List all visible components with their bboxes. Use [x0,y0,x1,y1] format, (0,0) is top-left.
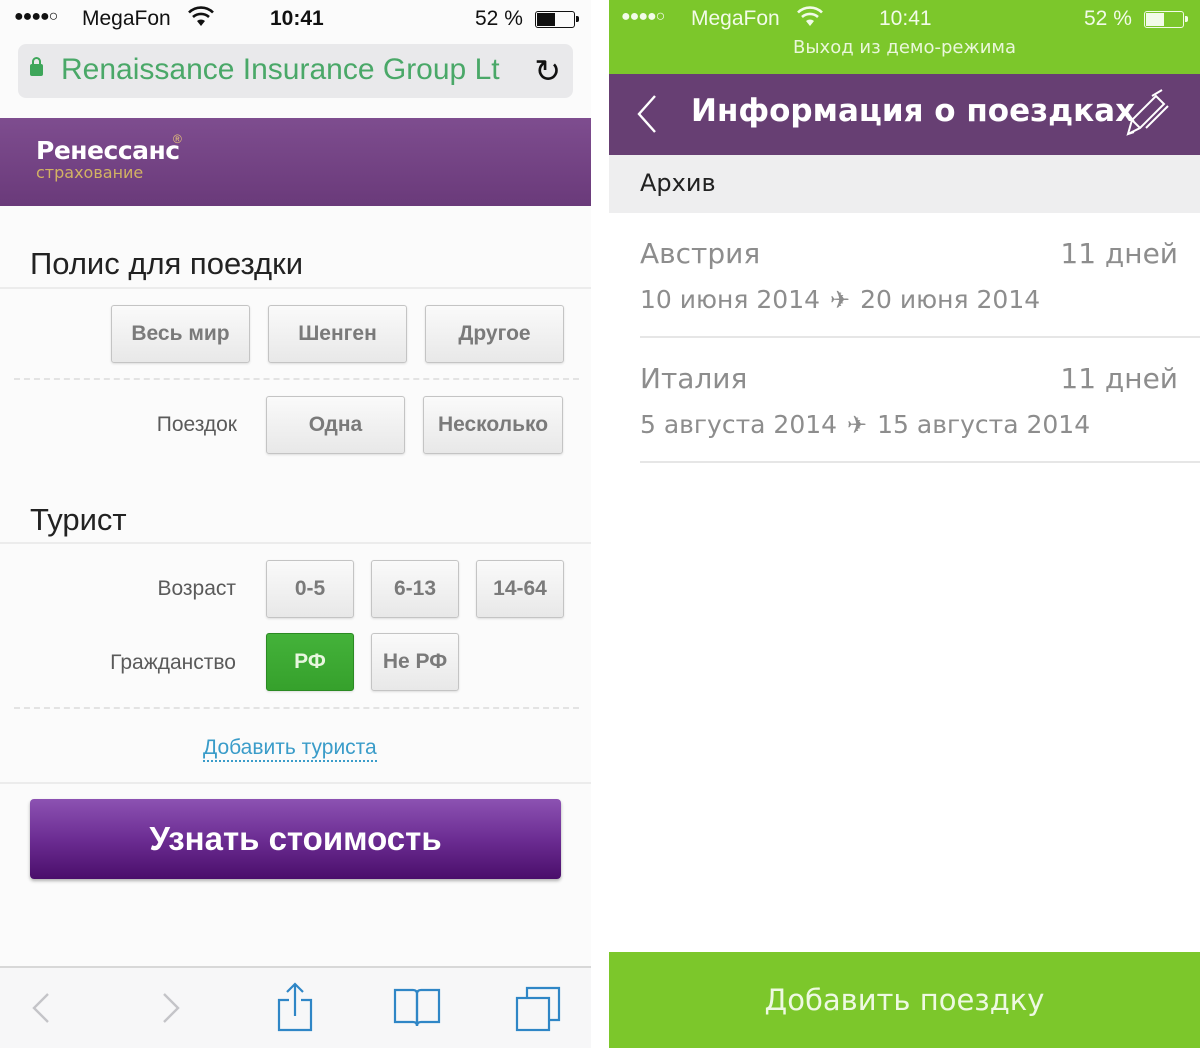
carrier-name: MegaFon [691,7,780,30]
status-bar: ●●●●○ MegaFon 10:41 52 % [0,0,591,38]
age-option-14-64[interactable]: 14-64 [476,560,564,618]
clock: 10:41 [879,7,932,30]
add-trip-button[interactable]: Добавить поездку [609,952,1200,1048]
carrier-name: MegaFon [82,7,171,30]
archive-label: Архив [640,169,716,197]
chevron-left-icon[interactable] [633,90,661,143]
back-icon[interactable] [16,982,68,1034]
policy-section-title: Полис для поездки [30,246,304,281]
page-title: Информация о поездках [691,93,1136,129]
trip-dates: 5 августа 2014 ✈ 15 августа 2014 [640,410,1090,439]
region-option-schengen[interactable]: Шенген [268,305,407,363]
trip-country: Италия [640,362,748,395]
dashed-divider [14,707,579,709]
trip-duration: 11 дней [1060,237,1178,270]
airplane-icon: ✈ [847,411,868,439]
trip-end-date: 20 июня 2014 [860,285,1041,314]
signal-strength-icon: ●●●●○ [621,8,665,25]
brand-name: Ренессанс [36,136,180,165]
trip-list-item[interactable]: Италия 11 дней 5 августа 2014 ✈ 15 августа… [640,338,1200,463]
citizenship-label: Гражданство [110,651,236,674]
age-option-6-13[interactable]: 6-13 [371,560,459,618]
address-bar[interactable]: Renaissance Insurance Group Lt ↻ [18,44,573,98]
pencil-icon[interactable] [1122,88,1174,145]
citizenship-option-rf[interactable]: РФ [266,633,354,691]
trips-app-screen: ●●●●○ MegaFon 10:41 52 % Выход из демо-р… [609,0,1200,1048]
region-option-world[interactable]: Весь мир [111,305,250,363]
exit-demo-mode-link[interactable]: Выход из демо-режима [609,37,1200,58]
trip-start-date: 10 июня 2014 [640,285,821,314]
navigation-bar: Информация о поездках [609,74,1200,155]
trips-option-one[interactable]: Одна [266,396,405,454]
battery-icon [535,11,579,28]
status-bar: ●●●●○ MegaFon 10:41 52 % Выход из демо-р… [609,0,1200,74]
share-icon[interactable] [269,982,321,1034]
divider [0,542,591,544]
registered-mark: ® [173,132,182,146]
age-label: Возраст [157,577,236,600]
citizenship-option-non-rf[interactable]: Не РФ [371,633,459,691]
trips-count-label: Поездок [156,413,237,436]
brand-logo[interactable]: Ренессанс ® страхование [36,132,182,182]
battery-percent: 52 % [475,7,523,30]
trip-dates: 10 июня 2014 ✈ 20 июня 2014 [640,285,1040,314]
site-header: Ренессанс ® страхование [0,118,591,206]
browser-toolbar [0,966,591,1048]
lock-icon [30,57,43,76]
divider [0,287,591,289]
reload-icon[interactable]: ↻ [534,52,561,90]
url-text[interactable]: Renaissance Insurance Group Lt [61,53,516,87]
clock: 10:41 [270,7,324,30]
forward-icon[interactable] [144,982,196,1034]
add-tourist-link[interactable]: Добавить туриста [203,736,377,762]
trip-start-date: 5 августа 2014 [640,410,838,439]
age-option-0-5[interactable]: 0-5 [266,560,354,618]
wifi-icon [797,6,823,34]
dashed-divider [14,378,579,380]
trip-duration: 11 дней [1060,362,1178,395]
tabs-icon[interactable] [513,982,565,1034]
brand-subtitle: страхование [36,163,144,182]
tourist-section-title: Турист [30,502,127,537]
get-price-button[interactable]: Узнать стоимость [30,799,561,879]
mobile-safari-screen: ●●●●○ MegaFon 10:41 52 % Renaissance Ins… [0,0,591,1048]
bookmarks-icon[interactable] [391,982,443,1034]
trip-end-date: 15 августа 2014 [877,410,1091,439]
airplane-icon: ✈ [830,286,851,314]
wifi-icon [188,6,214,34]
archive-section-header: Архив [609,155,1200,213]
region-option-other[interactable]: Другое [425,305,564,363]
signal-strength-icon: ●●●●○ [14,8,58,25]
divider [0,782,591,784]
battery-icon [1144,11,1188,28]
battery-percent: 52 % [1084,7,1132,30]
trips-option-multiple[interactable]: Несколько [423,396,563,454]
trip-list-item[interactable]: Австрия 11 дней 10 июня 2014 ✈ 20 июня 201… [640,213,1200,338]
trip-country: Австрия [640,237,761,270]
